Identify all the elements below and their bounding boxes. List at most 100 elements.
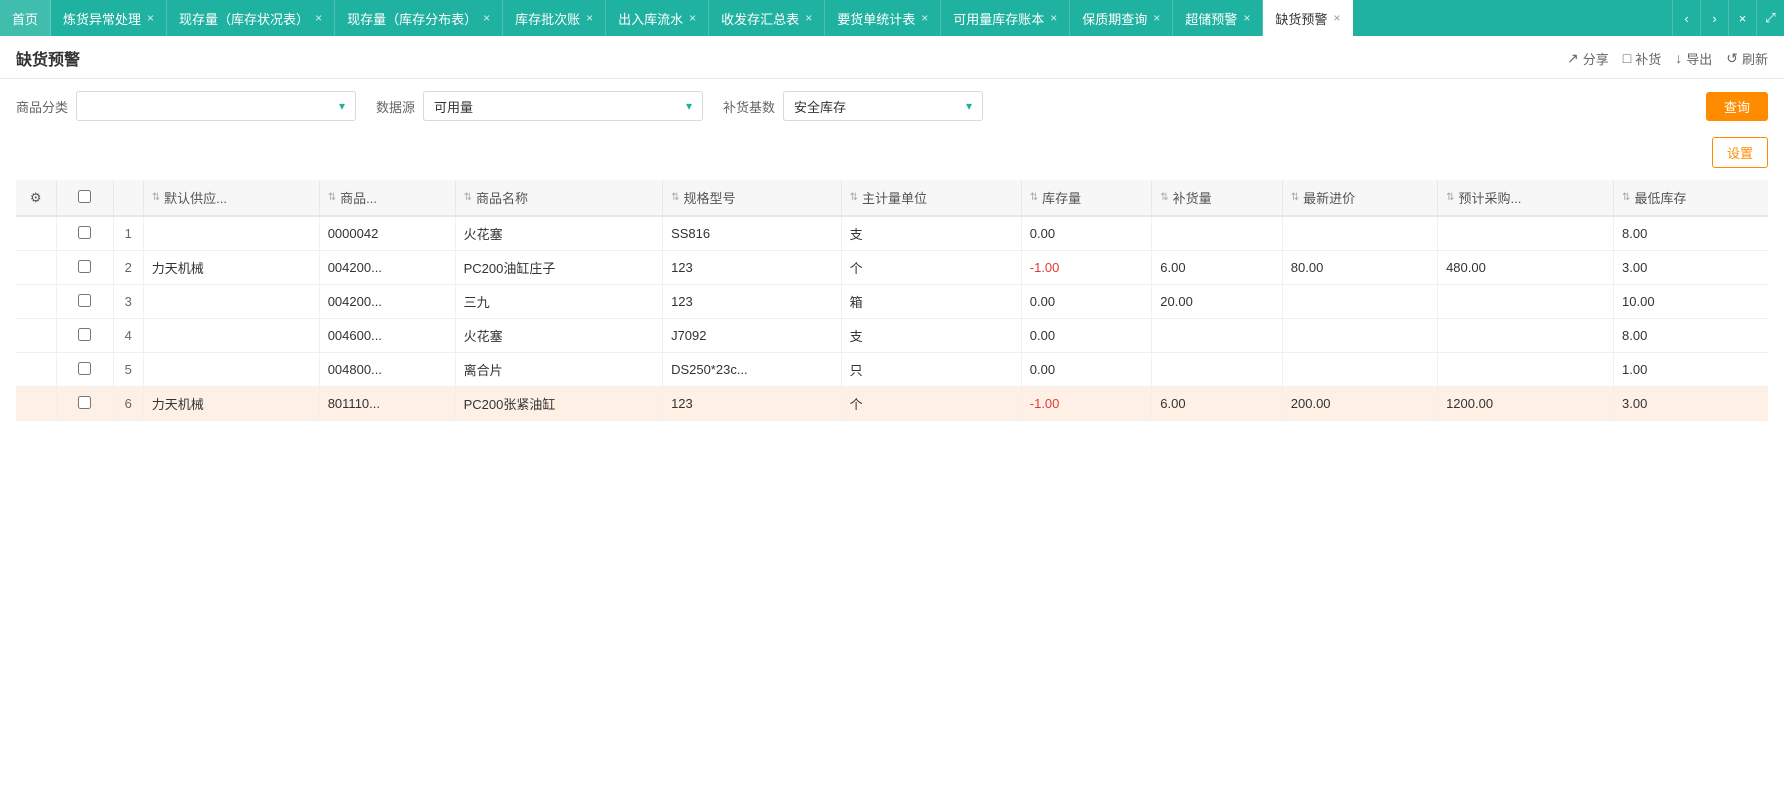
row-est-purchase: 1200.00 [1438,387,1614,421]
column-spec[interactable]: ⇅ 规格型号 [663,180,842,216]
row-replenish [1152,319,1283,353]
column-stock[interactable]: ⇅ 库存量 [1021,180,1152,216]
tab-close-icon[interactable]: × [1243,11,1250,25]
column-supplier[interactable]: ⇅ 默认供应... [143,180,319,216]
page-header: 缺货预警 ↗ 分享 □ 补货 ↓ 导出 ↺ 刷新 [0,36,1784,79]
replenish-icon: □ [1623,50,1631,66]
tab-item-home[interactable]: 首页 [0,0,51,36]
tab-close-icon[interactable]: × [1153,11,1160,25]
tab-close-icon[interactable]: × [586,11,593,25]
replenish-base-select[interactable]: 安全库存 ▾ [783,91,983,121]
replenish-button[interactable]: □ 补货 [1623,49,1661,68]
row-unit: 支 [841,319,1021,353]
replenish-base-filter-group: 补货基数 安全库存 ▾ [723,91,983,121]
tab-item-abnormal[interactable]: 炼货异常处理× [51,0,167,36]
tab-item-batch-account[interactable]: 库存批次账× [503,0,606,36]
row-supplier [143,216,319,251]
row-stock: 0.00 [1021,285,1152,319]
row-code: 801110... [319,387,455,421]
row-supplier: 力天机械 [143,251,319,285]
tab-bar: 首页炼货异常处理×现存量（库存状况表）×现存量（库存分布表）×库存批次账×出入库… [0,0,1784,36]
column-settings[interactable]: ⚙ [16,180,56,216]
tab-item-receive-summary[interactable]: 收发存汇总表× [709,0,825,36]
tab-item-demand-stats[interactable]: 要货单统计表 × [825,0,941,36]
tab-item-expiry[interactable]: 保质期查询× [1070,0,1173,36]
tab-label: 出入库流水 [618,9,683,28]
row-checkbox[interactable] [78,260,91,273]
row-code: 004200... [319,251,455,285]
category-label: 商品分类 [16,97,68,116]
share-icon: ↗ [1567,50,1579,67]
tab-item-inout-flow[interactable]: 出入库流水 × [606,0,709,36]
category-select[interactable]: ▾ [76,91,356,121]
datasource-filter-group: 数据源 可用量 ▾ [376,91,703,121]
tab-next-button[interactable]: › [1700,0,1728,36]
tab-item-inventory-dist[interactable]: 现存量（库存分布表） × [335,0,503,36]
row-est-purchase [1438,353,1614,387]
tab-item-available-ledger[interactable]: 可用量库存账本× [941,0,1070,36]
row-code: 0000042 [319,216,455,251]
column-replenish[interactable]: ⇅ 补货量 [1152,180,1283,216]
export-button[interactable]: ↓ 导出 [1675,49,1712,68]
row-unit: 支 [841,216,1021,251]
share-button[interactable]: ↗ 分享 [1567,49,1609,68]
tab-label: 现存量（库存分布表） [347,9,477,28]
settings-button[interactable]: 设置 [1712,137,1768,168]
tab-expand-button[interactable]: ⤢ [1756,0,1784,36]
row-spec: SS816 [663,216,842,251]
gear-icon: ⚙ [30,190,42,205]
query-button[interactable]: 查询 [1706,92,1768,121]
column-latest-price[interactable]: ⇅ 最新进价 [1282,180,1437,216]
row-checkbox-cell [56,285,113,319]
row-unit: 只 [841,353,1021,387]
row-checkbox[interactable] [78,396,91,409]
column-min-stock[interactable]: ⇅ 最低库存 [1614,180,1768,216]
datasource-select[interactable]: 可用量 ▾ [423,91,703,121]
spec-sort-icon: ⇅ [671,192,679,203]
tab-label: 要货单统计表 [837,9,915,28]
column-unit[interactable]: ⇅ 主计量单位 [841,180,1021,216]
row-code: 004800... [319,353,455,387]
row-checkbox[interactable] [78,362,91,375]
select-all-checkbox[interactable] [78,190,91,203]
column-est-purchase-label: 预计采购... [1458,188,1521,207]
row-checkbox[interactable] [78,328,91,341]
row-checkbox[interactable] [78,294,91,307]
row-stock: -1.00 [1021,251,1152,285]
tab-close-icon[interactable]: × [147,11,154,25]
row-min-stock: 1.00 [1614,353,1768,387]
row-checkbox[interactable] [78,226,91,239]
tab-close-icon[interactable]: × [315,11,322,25]
refresh-button[interactable]: ↺ 刷新 [1726,49,1768,68]
tab-close-icon[interactable]: × [1333,11,1340,25]
tab-item-inventory-status[interactable]: 现存量（库存状况表）× [167,0,335,36]
table-header-row: ⚙ ⇅ 默认供应... ⇅ 商 [16,180,1768,216]
tab-close-icon[interactable]: × [483,11,490,25]
tab-close-all-button[interactable]: × [1728,0,1756,36]
tab-close-icon[interactable]: × [805,11,812,25]
tab-nav-buttons: ‹ › × ⤢ [1672,0,1784,36]
row-spec: DS250*23c... [663,353,842,387]
column-code[interactable]: ⇅ 商品... [319,180,455,216]
row-checkbox-cell [56,387,113,421]
tab-item-overstock[interactable]: 超储预警× [1173,0,1263,36]
row-stock: -1.00 [1021,387,1152,421]
column-name[interactable]: ⇅ 商品名称 [455,180,662,216]
row-supplier [143,353,319,387]
tab-close-icon[interactable]: × [689,11,696,25]
row-est-purchase: 480.00 [1438,251,1614,285]
tab-close-icon[interactable]: × [1050,11,1057,25]
row-replenish [1152,353,1283,387]
table-row: 5004800...离合片DS250*23c...只0.001.00 [16,353,1768,387]
row-checkbox-cell [56,251,113,285]
tab-label: 缺货预警 [1275,9,1327,28]
page-area: 缺货预警 ↗ 分享 □ 补货 ↓ 导出 ↺ 刷新 商品分 [0,36,1784,796]
datasource-label: 数据源 [376,97,415,116]
row-stock: 0.00 [1021,216,1152,251]
tab-item-shortage[interactable]: 缺货预警 × [1263,0,1353,36]
tab-prev-button[interactable]: ‹ [1672,0,1700,36]
row-number: 1 [113,216,143,251]
column-checkbox [56,180,113,216]
column-est-purchase[interactable]: ⇅ 预计采购... [1438,180,1614,216]
tab-close-icon[interactable]: × [921,11,928,25]
